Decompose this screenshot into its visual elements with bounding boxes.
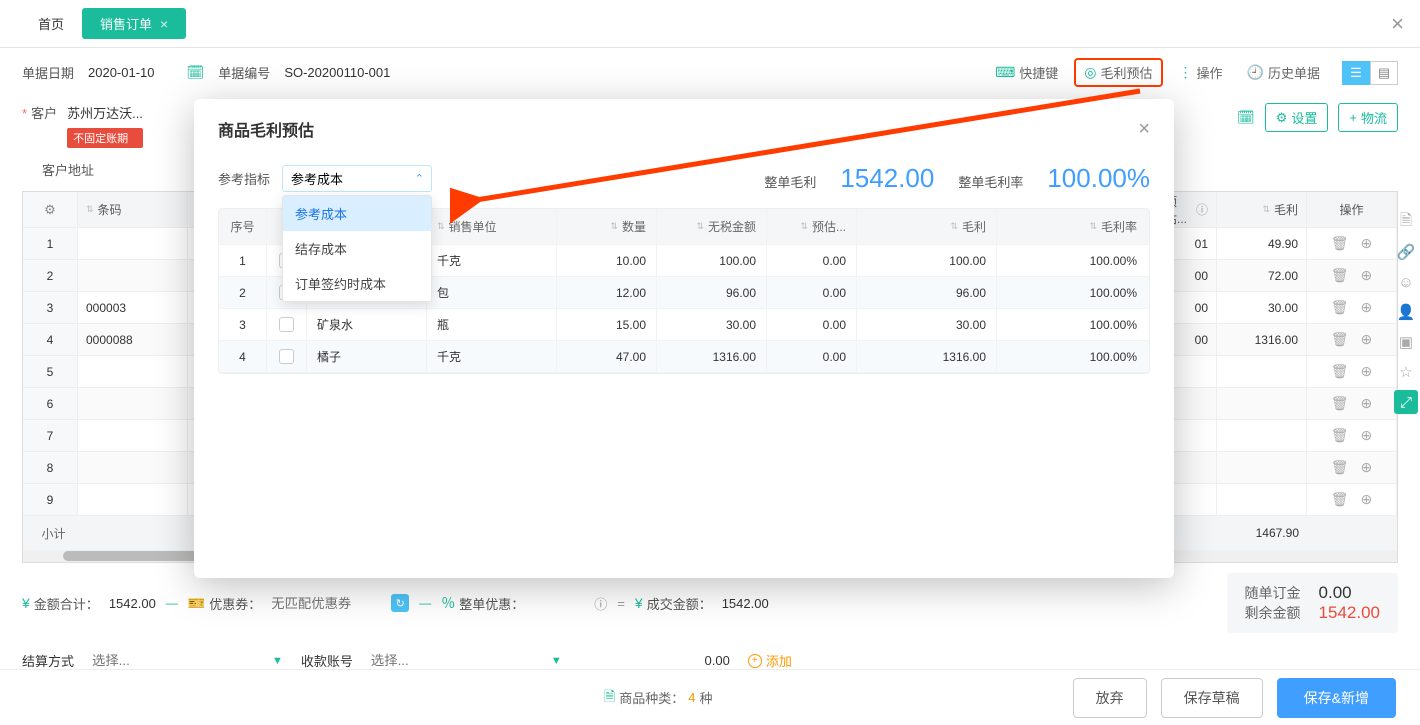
profit-modal: 商品毛利预估 × 参考指标 ⌃ 参考成本结存成本订单签约时成本 整单毛利 154… [194,99,1174,578]
cell-name: 橘子 [307,341,427,372]
mcol-unit[interactable]: ⇅销售单位 [427,209,557,244]
modal-summary: 整单毛利 1542.00 整单毛利率 100.00% [764,163,1150,194]
cell-prof: 96.00 [857,277,997,308]
metric-label: 参考指标 [218,169,270,188]
cell-rate: 100.00% [997,277,1147,308]
dropdown-option[interactable]: 结存成本 [283,231,431,266]
dropdown-option[interactable]: 订单签约时成本 [283,266,431,301]
cell-est: 0.00 [767,245,857,276]
cell-prof: 30.00 [857,309,997,340]
cell-rate: 100.00% [997,309,1147,340]
cell-seq: 4 [219,341,267,372]
dropdown-list: 参考成本结存成本订单签约时成本 [282,195,432,302]
modal-title: 商品毛利预估 [218,117,314,141]
cell-unit: 千克 [427,341,557,372]
modal-controls: 参考指标 ⌃ 参考成本结存成本订单签约时成本 整单毛利 1542.00 整单毛利… [194,153,1174,208]
mcol-amt[interactable]: ⇅无税金额 [657,209,767,244]
cell-check[interactable] [267,309,307,340]
checkbox[interactable] [279,349,294,364]
cell-est: 0.00 [767,277,857,308]
cell-est: 0.00 [767,309,857,340]
cell-qty: 12.00 [557,277,657,308]
chevron-up-icon[interactable]: ⌃ [415,172,424,185]
cell-unit: 瓶 [427,309,557,340]
close-icon[interactable]: × [1138,118,1150,141]
mcol-seq[interactable]: 序号 [219,209,267,244]
cell-rate: 100.00% [997,245,1147,276]
cell-seq: 3 [219,309,267,340]
modal-header: 商品毛利预估 × [194,99,1174,153]
cell-est: 0.00 [767,341,857,372]
total-profit: 1542.00 [840,163,934,194]
cell-amt: 96.00 [657,277,767,308]
mcol-rate[interactable]: ⇅毛利率 [997,209,1147,244]
cell-prof: 100.00 [857,245,997,276]
cell-check[interactable] [267,341,307,372]
mcol-qty[interactable]: ⇅数量 [557,209,657,244]
cell-unit: 千克 [427,245,557,276]
metric-dropdown[interactable]: ⌃ 参考成本结存成本订单签约时成本 [282,165,432,192]
metric-input[interactable] [282,165,432,192]
cell-amt: 100.00 [657,245,767,276]
mcol-est[interactable]: ⇅预估... [767,209,857,244]
cell-qty: 15.00 [557,309,657,340]
cell-rate: 100.00% [997,341,1147,372]
mcol-prof[interactable]: ⇅毛利 [857,209,997,244]
cell-name: 矿泉水 [307,309,427,340]
dropdown-option[interactable]: 参考成本 [283,196,431,231]
cell-amt: 30.00 [657,309,767,340]
cell-seq: 2 [219,277,267,308]
cell-seq: 1 [219,245,267,276]
cell-amt: 1316.00 [657,341,767,372]
checkbox[interactable] [279,317,294,332]
modal-mask: 商品毛利预估 × 参考指标 ⌃ 参考成本结存成本订单签约时成本 整单毛利 154… [0,0,1420,725]
cell-qty: 10.00 [557,245,657,276]
cell-prof: 1316.00 [857,341,997,372]
table-row[interactable]: 4 橘子 千克 47.00 1316.00 0.00 1316.00 100.0… [219,341,1149,373]
table-row[interactable]: 3 矿泉水 瓶 15.00 30.00 0.00 30.00 100.00% [219,309,1149,341]
cell-unit: 包 [427,277,557,308]
cell-qty: 47.00 [557,341,657,372]
total-rate: 100.00% [1047,163,1150,194]
